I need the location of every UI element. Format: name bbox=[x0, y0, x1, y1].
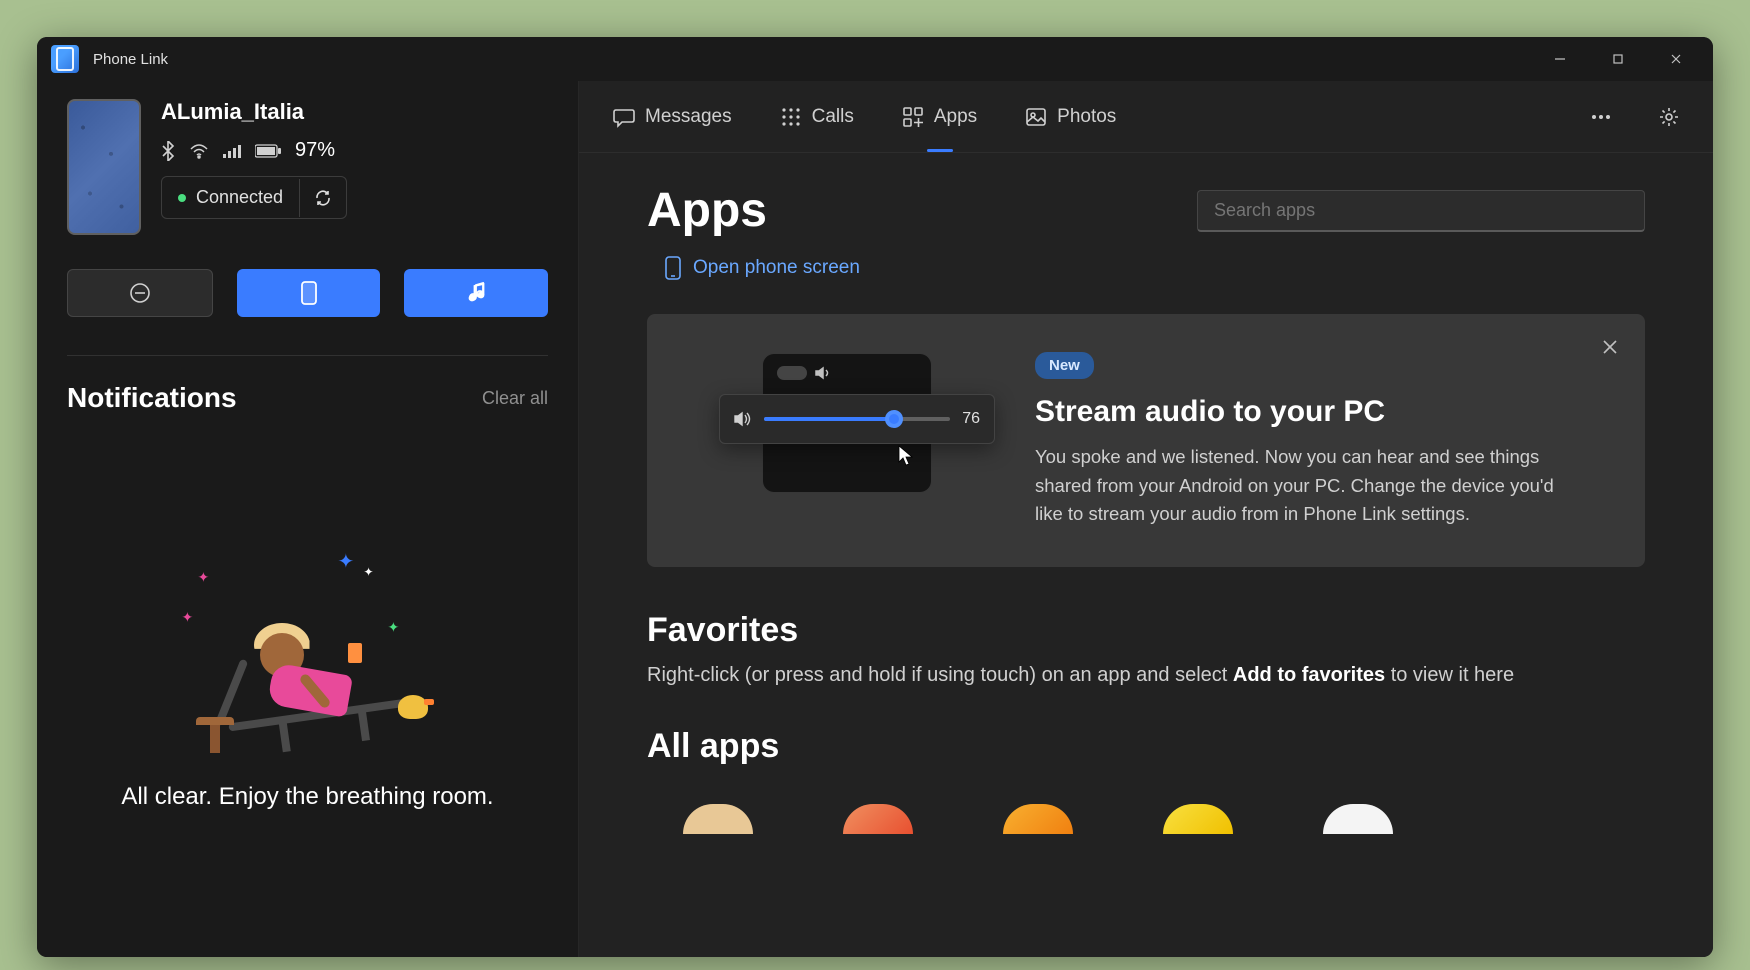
promo-text: New Stream audio to your PC You spoke an… bbox=[1035, 348, 1607, 529]
notifications-title: Notifications bbox=[67, 382, 237, 414]
tab-calls[interactable]: Calls bbox=[770, 98, 864, 136]
all-apps-title: All apps bbox=[647, 727, 1645, 766]
messages-icon bbox=[613, 106, 635, 128]
empty-illustration: ✦ ✦ ✦ ✦ ✦ bbox=[178, 539, 438, 739]
content: Apps Open phone screen bbox=[579, 153, 1713, 957]
favorites-title: Favorites bbox=[647, 611, 1645, 650]
promo-title: Stream audio to your PC bbox=[1035, 395, 1607, 429]
volume-icon bbox=[734, 411, 752, 427]
status-dot-icon bbox=[178, 194, 186, 202]
body-area: ALumia_Italia bbox=[37, 81, 1713, 957]
sidebar: ALumia_Italia bbox=[37, 81, 579, 957]
signal-icon bbox=[223, 144, 241, 158]
page-title: Apps bbox=[647, 183, 767, 238]
photos-icon bbox=[1025, 106, 1047, 128]
favorites-hint: Right-click (or press and hold if using … bbox=[647, 664, 1645, 687]
connection-label: Connected bbox=[196, 187, 283, 208]
tab-label: Photos bbox=[1057, 106, 1116, 128]
tab-label: Messages bbox=[645, 106, 732, 128]
clear-all-button[interactable]: Clear all bbox=[482, 388, 548, 409]
app-icon bbox=[51, 45, 79, 73]
apps-icon bbox=[902, 106, 924, 128]
header-row: Apps bbox=[647, 183, 1645, 238]
connection-pill: Connected bbox=[161, 176, 347, 219]
search-input[interactable] bbox=[1197, 190, 1645, 232]
app-item[interactable] bbox=[843, 804, 913, 834]
device-meta: ALumia_Italia bbox=[161, 99, 347, 219]
app-row bbox=[647, 780, 1645, 834]
promo-card: 76 New Stream audio to your PC You spoke… bbox=[647, 314, 1645, 567]
tab-photos[interactable]: Photos bbox=[1015, 98, 1126, 136]
refresh-button[interactable] bbox=[299, 179, 346, 217]
app-item[interactable] bbox=[1163, 804, 1233, 834]
notifications-empty-state: ✦ ✦ ✦ ✦ ✦ All clear. En bbox=[67, 414, 548, 939]
device-name: ALumia_Italia bbox=[161, 99, 347, 125]
dnd-button[interactable] bbox=[67, 269, 213, 317]
new-badge: New bbox=[1035, 352, 1094, 379]
promo-description: You spoke and we listened. Now you can h… bbox=[1035, 443, 1555, 529]
action-row bbox=[67, 269, 548, 317]
divider bbox=[67, 355, 548, 356]
window-controls bbox=[1531, 37, 1705, 81]
speaker-icon bbox=[815, 366, 831, 380]
cursor-icon bbox=[897, 444, 915, 468]
connection-status[interactable]: Connected bbox=[162, 177, 299, 218]
calls-icon bbox=[780, 106, 802, 128]
tab-label: Calls bbox=[812, 106, 854, 128]
volume-value: 76 bbox=[962, 410, 980, 428]
app-item[interactable] bbox=[683, 804, 753, 834]
open-phone-screen-label: Open phone screen bbox=[693, 257, 860, 279]
audio-button[interactable] bbox=[404, 269, 548, 317]
app-item[interactable] bbox=[1003, 804, 1073, 834]
battery-percent: 97% bbox=[295, 139, 335, 162]
app-window: Phone Link ALumia_Italia bbox=[37, 37, 1713, 957]
battery-icon bbox=[255, 144, 281, 158]
status-icons: 97% bbox=[161, 139, 347, 162]
close-button[interactable] bbox=[1647, 37, 1705, 81]
promo-close-button[interactable] bbox=[1595, 332, 1625, 362]
wifi-icon bbox=[189, 143, 209, 159]
phone-screen-button[interactable] bbox=[237, 269, 381, 317]
bluetooth-icon bbox=[161, 141, 175, 161]
device-row: ALumia_Italia bbox=[67, 99, 548, 235]
tab-label: Apps bbox=[934, 106, 977, 128]
notifications-header: Notifications Clear all bbox=[67, 382, 548, 414]
maximize-button[interactable] bbox=[1589, 37, 1647, 81]
open-phone-screen-link[interactable]: Open phone screen bbox=[665, 256, 860, 280]
tabbar: Messages Calls Apps bbox=[579, 81, 1713, 153]
titlebar: Phone Link bbox=[37, 37, 1713, 81]
main-panel: Messages Calls Apps bbox=[579, 81, 1713, 957]
tab-messages[interactable]: Messages bbox=[603, 98, 742, 136]
more-button[interactable] bbox=[1581, 97, 1621, 137]
settings-button[interactable] bbox=[1649, 97, 1689, 137]
promo-illustration: 76 bbox=[707, 348, 987, 498]
volume-popup-graphic: 76 bbox=[719, 394, 995, 444]
app-item[interactable] bbox=[1323, 804, 1393, 834]
empty-message: All clear. Enjoy the breathing room. bbox=[121, 779, 493, 815]
app-title: Phone Link bbox=[93, 51, 168, 68]
phone-thumbnail[interactable] bbox=[67, 99, 141, 235]
tab-apps[interactable]: Apps bbox=[892, 98, 987, 136]
phone-icon bbox=[665, 256, 681, 280]
minimize-button[interactable] bbox=[1531, 37, 1589, 81]
